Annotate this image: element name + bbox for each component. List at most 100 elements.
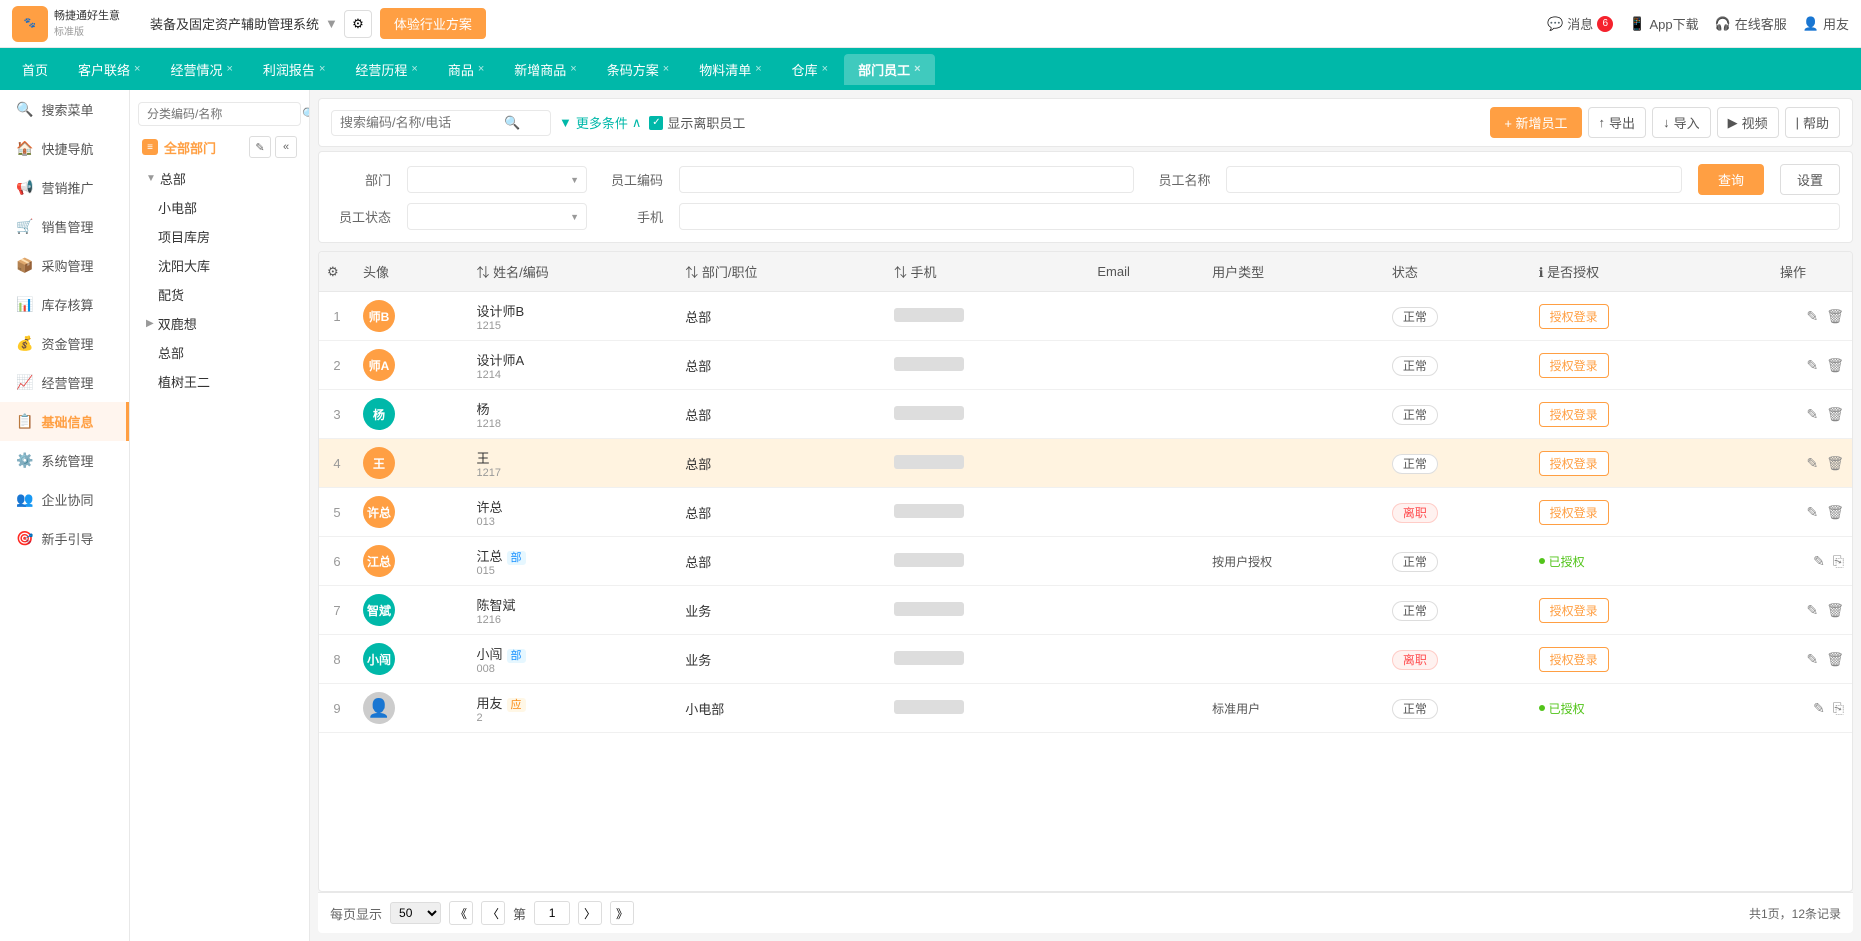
auth-button[interactable]: 授权登录: [1539, 402, 1609, 427]
edit-icon[interactable]: ✎: [1806, 651, 1818, 668]
tab-goods[interactable]: 商品×: [434, 54, 498, 85]
query-button[interactable]: 查询: [1698, 164, 1764, 195]
col-dept[interactable]: ⇅ 部门/职位: [677, 252, 886, 292]
tab-barcode[interactable]: 条码方案×: [593, 54, 683, 85]
sidebar-item-marketing[interactable]: 📢 营销推广: [0, 168, 129, 207]
sidebar-item-purchase[interactable]: 📦 采购管理: [0, 246, 129, 285]
close-icon[interactable]: ×: [570, 63, 576, 75]
delete-icon[interactable]: 🗑: [1826, 504, 1844, 521]
tab-home[interactable]: 首页: [8, 54, 62, 85]
col-settings[interactable]: ⚙: [319, 252, 355, 292]
more-filter-button[interactable]: ▼ 更多条件 ∧: [559, 113, 641, 132]
auth-button[interactable]: 授权登录: [1539, 304, 1609, 329]
sidebar-item-nav[interactable]: 🏠 快捷导航: [0, 129, 129, 168]
video-button[interactable]: ▶ 视频: [1717, 107, 1779, 138]
tab-dept-staff[interactable]: 部门员工×: [844, 54, 934, 85]
sidebar-item-basic[interactable]: 📋 基础信息: [0, 402, 129, 441]
tree-node-dispatch[interactable]: 配货: [130, 280, 309, 309]
import-button[interactable]: ↓ 导入: [1652, 107, 1711, 138]
tab-history[interactable]: 经营历程×: [341, 54, 431, 85]
copy-icon[interactable]: ⎘: [1833, 700, 1844, 717]
sidebar-item-inventory[interactable]: 📊 库存核算: [0, 285, 129, 324]
tab-profit[interactable]: 利润报告×: [249, 54, 339, 85]
sidebar-item-collab[interactable]: 👥 企业协同: [0, 480, 129, 519]
auth-button[interactable]: 授权登录: [1539, 451, 1609, 476]
online-service-button[interactable]: 🎧 在线客服: [1715, 14, 1787, 33]
page-number-input[interactable]: [534, 901, 570, 925]
tab-customer[interactable]: 客户联络×: [64, 54, 154, 85]
message-button[interactable]: 💬 消息 6: [1547, 14, 1613, 33]
tree-node-head2[interactable]: 总部: [130, 338, 309, 367]
edit-icon[interactable]: ✎: [1806, 602, 1818, 619]
auth-button[interactable]: 授权登录: [1539, 598, 1609, 623]
dept-search-input[interactable]: [147, 107, 302, 121]
copy-icon[interactable]: ⎘: [1833, 553, 1844, 570]
close-icon[interactable]: ×: [822, 63, 828, 75]
dropdown-arrow-icon[interactable]: ▼: [325, 16, 338, 31]
tab-operation[interactable]: 经营情况×: [156, 54, 246, 85]
last-page-button[interactable]: 》: [610, 901, 634, 925]
show-resigned-toggle[interactable]: ✓ 显示离职员工: [649, 113, 745, 132]
tree-node-xiaodian[interactable]: 小电部: [130, 193, 309, 222]
add-employee-button[interactable]: + 新增员工: [1490, 107, 1581, 138]
sidebar-item-sales[interactable]: 🛒 销售管理: [0, 207, 129, 246]
dept-all-button[interactable]: ≡ 全部部门: [142, 138, 216, 157]
delete-icon[interactable]: 🗑: [1826, 602, 1844, 619]
edit-icon[interactable]: ✎: [1806, 308, 1818, 325]
sidebar-item-system[interactable]: ⚙️ 系统管理: [0, 441, 129, 480]
tree-node-headquarter-parent[interactable]: ▼ 总部: [130, 164, 309, 193]
close-icon[interactable]: ×: [478, 63, 484, 75]
search-input[interactable]: [340, 115, 500, 130]
close-icon[interactable]: ×: [914, 63, 920, 75]
emp-code-input[interactable]: [679, 166, 1134, 193]
edit-icon[interactable]: ✎: [1806, 406, 1818, 423]
sidebar-item-guide[interactable]: 🎯 新手引导: [0, 519, 129, 558]
tree-node-project[interactable]: 项目库房: [130, 222, 309, 251]
first-page-button[interactable]: 《: [449, 901, 473, 925]
tree-node-shenyang[interactable]: 沈阳大库: [130, 251, 309, 280]
delete-icon[interactable]: 🗑: [1826, 455, 1844, 472]
auth-button[interactable]: 授权登录: [1539, 500, 1609, 525]
close-icon[interactable]: ×: [319, 63, 325, 75]
status-select[interactable]: [407, 203, 587, 230]
edit-icon[interactable]: ✎: [1813, 700, 1825, 717]
page-size-select[interactable]: 50 100 200: [390, 902, 441, 924]
edit-icon[interactable]: ✎: [1806, 455, 1818, 472]
user-avatar[interactable]: 👤 用友: [1803, 14, 1849, 33]
dept-select[interactable]: [407, 166, 587, 193]
edit-icon[interactable]: ✎: [1806, 504, 1818, 521]
sidebar-item-finance[interactable]: 💰 资金管理: [0, 324, 129, 363]
app-download-button[interactable]: 📱 App下载: [1629, 14, 1698, 33]
delete-icon[interactable]: 🗑: [1826, 406, 1844, 423]
export-button[interactable]: ↑ 导出: [1588, 107, 1647, 138]
trial-button[interactable]: 体验行业方案: [380, 8, 486, 39]
auth-button[interactable]: 授权登录: [1539, 353, 1609, 378]
delete-icon[interactable]: 🗑: [1826, 357, 1844, 374]
sidebar-item-business[interactable]: 📈 经营管理: [0, 363, 129, 402]
close-icon[interactable]: ×: [663, 63, 669, 75]
delete-icon[interactable]: 🗑: [1826, 651, 1844, 668]
prev-page-button[interactable]: 〈: [481, 901, 505, 925]
tree-node-zhishu[interactable]: 植树王二: [130, 367, 309, 396]
close-icon[interactable]: ×: [226, 63, 232, 75]
edit-icon[interactable]: ✎: [1806, 357, 1818, 374]
edit-icon[interactable]: ✎: [1813, 553, 1825, 570]
next-page-button[interactable]: 〉: [578, 901, 602, 925]
tab-new-goods[interactable]: 新增商品×: [500, 54, 590, 85]
delete-icon[interactable]: 🗑: [1826, 308, 1844, 325]
close-icon[interactable]: ×: [411, 63, 417, 75]
auth-button[interactable]: 授权登录: [1539, 647, 1609, 672]
help-button[interactable]: | 帮助: [1785, 107, 1840, 138]
close-icon[interactable]: ×: [134, 63, 140, 75]
tree-node-shuanglu[interactable]: ▶ 双鹿想: [130, 309, 309, 338]
phone-input[interactable]: [679, 203, 1840, 230]
col-phone[interactable]: ⇅ 手机: [886, 252, 1089, 292]
dept-collapse-icon[interactable]: «: [275, 136, 297, 158]
reset-button[interactable]: 设置: [1780, 164, 1840, 195]
sidebar-item-search[interactable]: 🔍 搜索菜单: [0, 90, 129, 129]
tab-warehouse[interactable]: 仓库×: [778, 54, 842, 85]
emp-name-input[interactable]: [1226, 166, 1681, 193]
tab-bom[interactable]: 物料清单×: [685, 54, 775, 85]
settings-button[interactable]: ⚙: [344, 10, 372, 38]
col-name[interactable]: ⇅ 姓名/编码: [469, 252, 678, 292]
